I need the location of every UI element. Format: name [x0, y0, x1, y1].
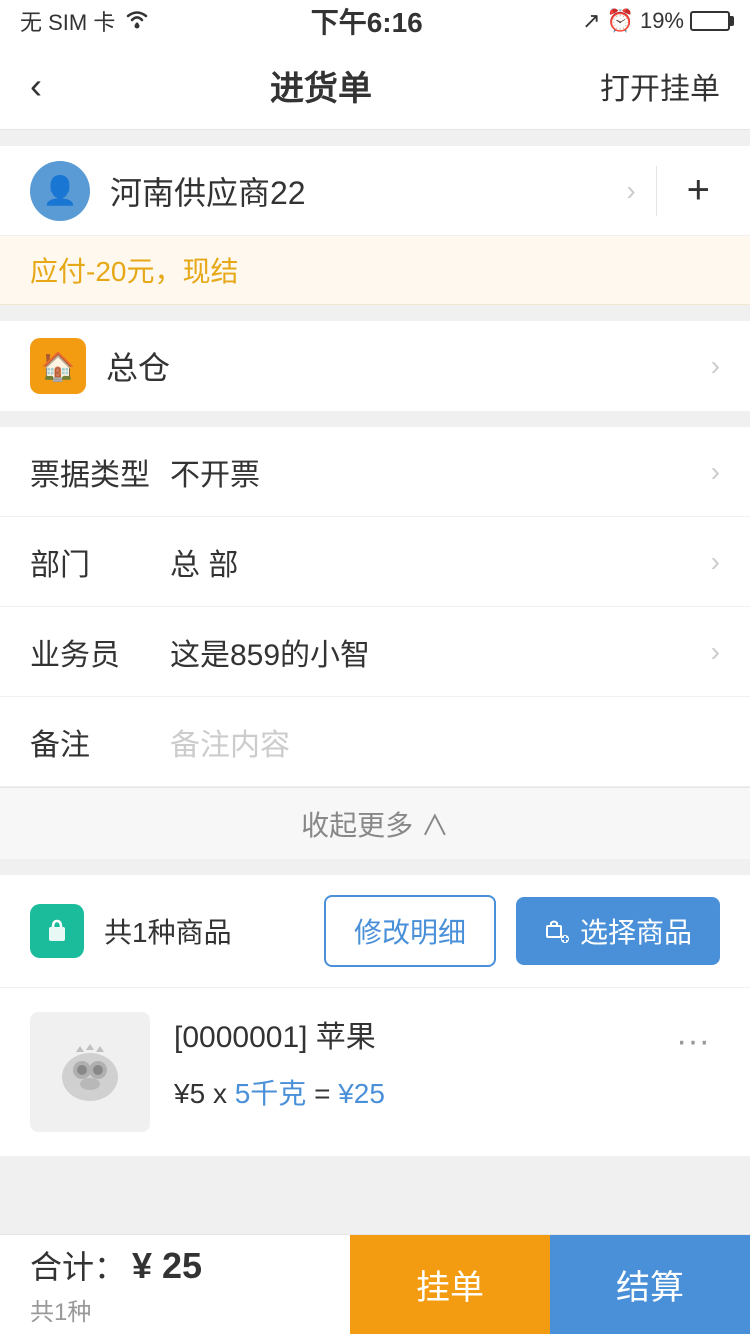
supplier-name: 河南供应商22 [110, 168, 306, 214]
price-unit: ¥5 [174, 1078, 205, 1109]
divider-3 [0, 411, 750, 427]
product-more-button[interactable]: ··· [666, 1012, 720, 1071]
footer-total-main: 合计： ¥ 25 [30, 1242, 320, 1288]
warehouse-icon: 🏠 [30, 338, 86, 394]
select-product-button[interactable]: 选择商品 [516, 897, 720, 965]
page-title: 进货单 [270, 61, 372, 110]
remark-value: 备注内容 [150, 720, 720, 764]
collapse-label: 收起更多 ∧ [301, 804, 449, 844]
divider-1 [0, 130, 750, 146]
product-info: [0000001] 苹果 ¥5 x 5千克 = ¥25 [174, 1012, 642, 1112]
status-left: 无 SIM 卡 [20, 5, 151, 37]
supplier-section: 👤 河南供应商22 › + 应付-20元，现结 [0, 146, 750, 305]
salesperson-row[interactable]: 业务员 这是859的小智 › [0, 607, 750, 697]
footer-total-sub: 共1种 [30, 1292, 320, 1327]
product-item: [0000001] 苹果 ¥5 x 5千克 = ¥25 ··· [0, 988, 750, 1156]
equals-sign: = [314, 1078, 338, 1109]
total-label: 合计： [30, 1242, 126, 1288]
battery-label: 19% [640, 8, 684, 34]
department-chevron-icon: › [711, 546, 720, 578]
supplier-left: 👤 河南供应商22 [30, 161, 626, 221]
total-amount: ¥ 25 [132, 1245, 202, 1287]
cart-icon [544, 918, 570, 944]
form-section: 票据类型 不开票 › 部门 总 部 › 业务员 这是859的小智 › 备注 备注… [0, 427, 750, 859]
status-bar: 无 SIM 卡 下午6:16 ↗ ⏰ 19% [0, 0, 750, 42]
remark-label: 备注 [30, 720, 150, 764]
status-time: 下午6:16 [311, 1, 423, 41]
divider-4 [0, 859, 750, 875]
salesperson-label: 业务员 [30, 630, 150, 674]
info-banner: 应付-20元，现结 [0, 236, 750, 305]
edit-detail-button[interactable]: 修改明细 [324, 895, 496, 967]
product-price: ¥5 x 5千克 = ¥25 [174, 1072, 642, 1112]
divider-2 [0, 305, 750, 321]
warehouse-name: 总仓 [106, 343, 711, 389]
product-section: 共1种商品 修改明细 选择商品 [0, 875, 750, 1156]
footer: 合计： ¥ 25 共1种 挂单 结算 [0, 1234, 750, 1334]
product-name: [0000001] 苹果 [174, 1012, 642, 1056]
collapse-button[interactable]: 收起更多 ∧ [0, 787, 750, 859]
footer-total: 合计： ¥ 25 共1种 [0, 1235, 350, 1334]
product-thumbnail [30, 1012, 150, 1132]
wifi-icon [123, 7, 151, 35]
settle-button[interactable]: 结算 [550, 1235, 750, 1334]
ticket-type-label: 票据类型 [30, 450, 150, 494]
status-right: ↗ ⏰ 19% [582, 8, 730, 34]
product-icon-wrap [30, 904, 84, 958]
supplier-add-button[interactable]: + [677, 158, 720, 223]
supplier-avatar: 👤 [30, 161, 90, 221]
product-toolbar: 共1种商品 修改明细 选择商品 [0, 875, 750, 988]
ticket-type-chevron-icon: › [711, 456, 720, 488]
multiply-sign: x [213, 1078, 235, 1109]
ticket-type-row[interactable]: 票据类型 不开票 › [0, 427, 750, 517]
warehouse-section: 🏠 总仓 › [0, 321, 750, 411]
salesperson-chevron-icon: › [711, 636, 720, 668]
total-price: ¥25 [338, 1078, 385, 1109]
avatar-icon: 👤 [43, 174, 78, 207]
quantity-label: 5千克 [235, 1078, 307, 1109]
hang-label: 挂单 [416, 1260, 484, 1309]
shopping-bag-icon [41, 915, 73, 947]
open-hang-button[interactable]: 打开挂单 [600, 64, 720, 108]
supplier-chevron-icon: › [626, 175, 635, 207]
product-count-label: 共1种商品 [104, 911, 304, 951]
supplier-divider [656, 166, 657, 216]
warehouse-row[interactable]: 🏠 总仓 › [0, 321, 750, 411]
product-thumb-image [50, 1032, 130, 1112]
remark-row[interactable]: 备注 备注内容 [0, 697, 750, 787]
department-row[interactable]: 部门 总 部 › [0, 517, 750, 607]
location-icon: ↗ [582, 8, 600, 34]
department-value: 总 部 [150, 540, 711, 584]
nav-bar: ‹ 进货单 打开挂单 [0, 42, 750, 130]
select-product-label: 选择商品 [580, 911, 692, 951]
alarm-icon: ⏰ [607, 8, 634, 34]
warehouse-chevron-icon: › [711, 350, 720, 382]
ticket-type-value: 不开票 [150, 450, 711, 494]
settle-label: 结算 [616, 1260, 684, 1309]
hang-button[interactable]: 挂单 [350, 1235, 550, 1334]
carrier-label: 无 SIM 卡 [20, 5, 115, 37]
salesperson-value: 这是859的小智 [150, 630, 711, 674]
battery-icon [690, 11, 730, 31]
department-label: 部门 [30, 540, 150, 584]
supplier-row[interactable]: 👤 河南供应商22 › + [0, 146, 750, 236]
back-button[interactable]: ‹ [30, 65, 42, 107]
